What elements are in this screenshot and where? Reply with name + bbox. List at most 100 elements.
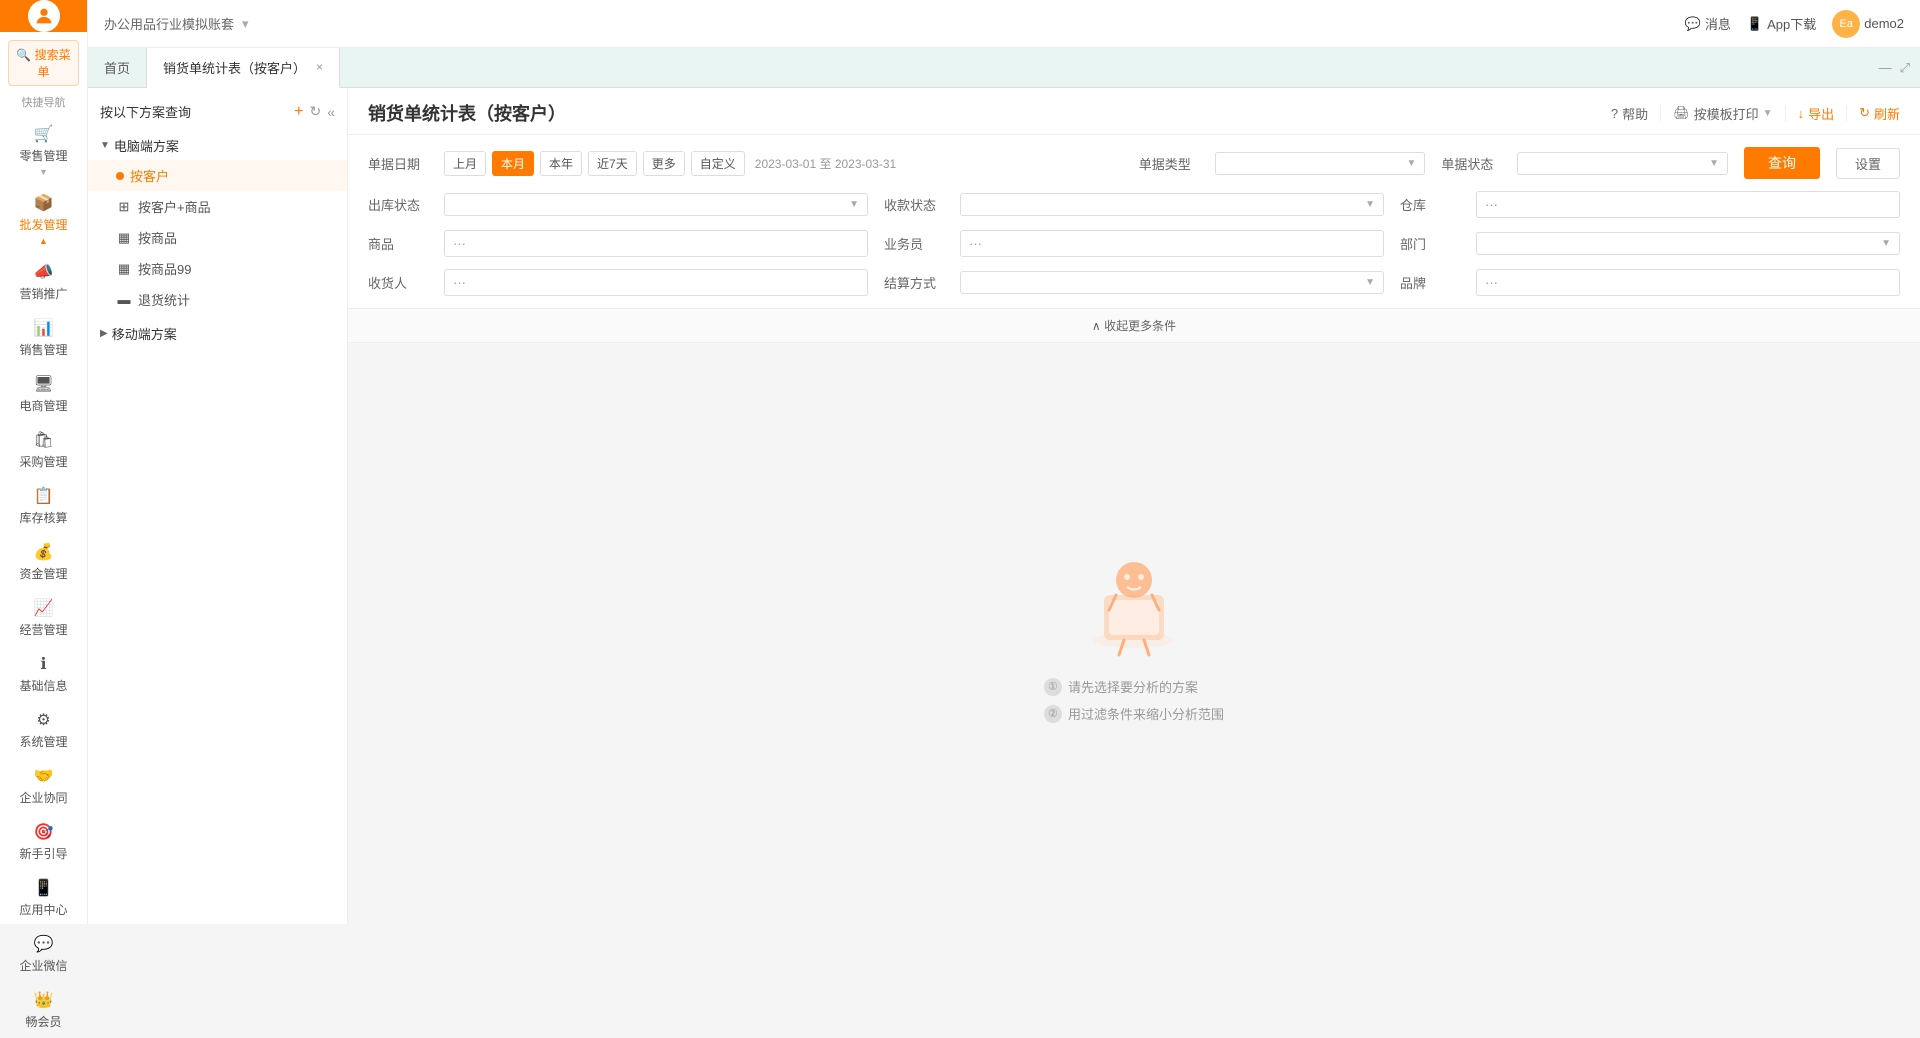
main-area: 办公用品行业模拟账套 ▾ 💬 消息 📱 App下载 Ea demo2 首页 <box>88 0 1920 924</box>
minimize-icon[interactable]: — <box>1879 60 1892 75</box>
search-menu-btn[interactable]: 🔍 搜索菜单 <box>8 40 79 86</box>
divider1 <box>1660 105 1661 121</box>
salesperson-select[interactable]: ··· <box>960 230 1384 257</box>
app-download-btn[interactable]: 📱 App下载 <box>1747 14 1816 33</box>
desktop-group-header[interactable]: ▼ 电脑端方案 <box>88 131 347 160</box>
retail-arrow: ▼ <box>39 167 48 177</box>
user-menu-btn[interactable]: Ea demo2 <box>1832 10 1904 38</box>
order-status-select[interactable]: ▼ <box>1517 152 1728 175</box>
sidebar-item-basic-label: 基础信息 <box>19 677 67 694</box>
brand-dots: ··· <box>1485 275 1498 290</box>
sidebar-item-finance[interactable]: 💰 资金管理 <box>0 534 87 590</box>
sidebar-item-retail[interactable]: 🛒 零售管理 ▼ <box>0 116 87 185</box>
collapse-panel-btn[interactable]: « <box>327 104 335 120</box>
schema-by-product-99-label: 按商品99 <box>138 259 191 278</box>
sidebar-item-basic[interactable]: ℹ 基础信息 <box>0 646 87 702</box>
out-status-select[interactable]: ▼ <box>444 193 868 216</box>
add-schema-btn[interactable]: + <box>294 103 303 121</box>
settlement-select[interactable]: ▼ <box>960 271 1384 294</box>
date-custom[interactable]: 自定义 <box>691 151 745 176</box>
by-product-99-icon: ▦ <box>116 261 132 277</box>
sidebar-item-system[interactable]: ⚙ 系统管理 <box>0 702 87 758</box>
sidebar-item-purchase[interactable]: 🛍 采购管理 <box>0 422 87 478</box>
sidebar-item-wholesale[interactable]: 📦 批发管理 ▲ <box>0 185 87 254</box>
search-btn[interactable]: 查询 <box>1744 147 1820 179</box>
tip2-num: ② <box>1044 705 1062 723</box>
schema-by-customer[interactable]: 按客户 <box>88 160 347 191</box>
sidebar-item-appcenter[interactable]: 📱 应用中心 <box>0 870 87 926</box>
page-title-actions: ? 帮助 🖨 按模板打印 ▼ ↓ 导出 <box>1611 104 1900 123</box>
mobile-group-header[interactable]: ▶ 移动端方案 <box>88 319 347 348</box>
divider3 <box>1846 105 1847 121</box>
brand-select[interactable]: ··· <box>1476 269 1900 296</box>
brand-col: ··· <box>1476 269 1900 296</box>
export-icon: ↓ <box>1798 106 1805 121</box>
filter-row-3: 商品 ··· 业务员 ··· 部门 <box>368 230 1900 257</box>
purchase-icon: 🛍 <box>33 430 53 450</box>
wholesale-arrow: ▲ <box>39 236 48 246</box>
ops-icon: 📈 <box>34 598 54 618</box>
tab-home[interactable]: 首页 <box>88 48 147 87</box>
tab-close-btn[interactable]: × <box>316 60 323 74</box>
schema-by-product[interactable]: ▦ 按商品 <box>88 222 347 253</box>
sidebar-item-enterprise[interactable]: 🤝 企业协同 <box>0 758 87 814</box>
department-select[interactable]: ▼ <box>1476 232 1900 255</box>
date-last-month[interactable]: 上月 <box>444 151 486 176</box>
schema-by-product-99[interactable]: ▦ 按商品99 <box>88 253 347 284</box>
payment-status-select[interactable]: ▼ <box>960 193 1384 216</box>
quick-nav-label: 快捷导航 <box>0 90 87 112</box>
refund-icon: ▬ <box>116 292 132 308</box>
consignee-col: ··· <box>444 269 868 296</box>
product-select[interactable]: ··· <box>444 230 868 257</box>
tab-sales-stats[interactable]: 销货单统计表（按客户） × <box>147 48 340 88</box>
filter-row-4: 收货人 ··· 结算方式 ▼ 品牌 <box>368 269 1900 296</box>
sidebar-item-ecom[interactable]: 🖥 电商管理 <box>0 366 87 422</box>
settings-btn[interactable]: 设置 <box>1836 148 1900 179</box>
marketing-icon: 📣 <box>34 262 54 282</box>
help-btn[interactable]: ? 帮助 <box>1611 104 1648 123</box>
sidebar-item-wechat-label: 企业微信 <box>19 957 67 974</box>
sidebar: 🔍 搜索菜单 快捷导航 🛒 零售管理 ▼ 📦 批发管理 ▲ 📣 营销推广 📊 销… <box>0 0 88 924</box>
sidebar-item-wechat[interactable]: 💬 企业微信 <box>0 926 87 982</box>
brand-label: 品牌 <box>1400 273 1460 292</box>
sidebar-item-sales[interactable]: 📊 销售管理 <box>0 310 87 366</box>
refresh-btn[interactable]: ↻ 刷新 <box>1859 104 1900 123</box>
sidebar-item-marketing[interactable]: 📣 营销推广 <box>0 254 87 310</box>
empty-illustration <box>1074 545 1194 665</box>
left-panel: 按以下方案查询 + ↻ « ▼ 电脑端方案 按客户 ⊞ <box>88 88 348 924</box>
salesperson-label: 业务员 <box>884 234 944 253</box>
wholesale-icon: 📦 <box>34 193 54 213</box>
date-this-year[interactable]: 本年 <box>540 151 582 176</box>
sidebar-item-member-label: 畅会员 <box>25 1013 61 1030</box>
order-type-select[interactable]: ▼ <box>1215 152 1426 175</box>
export-label: 导出 <box>1808 104 1834 123</box>
tip1-text: 请先选择要分析的方案 <box>1068 677 1198 696</box>
message-btn[interactable]: 💬 消息 <box>1685 14 1731 33</box>
sidebar-item-ops[interactable]: 📈 经营管理 <box>0 590 87 646</box>
consignee-select[interactable]: ··· <box>444 269 868 296</box>
date-more[interactable]: 更多 <box>643 151 685 176</box>
retail-icon: 🛒 <box>34 124 54 144</box>
schema-by-customer-product[interactable]: ⊞ 按客户+商品 <box>88 191 347 222</box>
schema-refund-stats[interactable]: ▬ 退货统计 <box>88 284 347 315</box>
by-product-icon: ▦ <box>116 230 132 246</box>
order-type-col: ▼ <box>1215 152 1426 175</box>
date-this-month[interactable]: 本月 <box>492 151 534 176</box>
right-panel: 销货单统计表（按客户） ? 帮助 🖨 按模板打印 ▼ ↓ <box>348 88 1920 924</box>
refresh-schema-btn[interactable]: ↻ <box>309 103 321 120</box>
maximize-icon[interactable]: ⤢ <box>1900 60 1910 76</box>
sales-icon: 📊 <box>34 318 54 338</box>
sidebar-item-inventory[interactable]: 📋 库存核算 <box>0 478 87 534</box>
warehouse-select[interactable]: ··· <box>1476 191 1900 218</box>
sidebar-item-newguide[interactable]: 🎯 新手引导 <box>0 814 87 870</box>
sidebar-item-member[interactable]: 👑 畅会员 <box>0 982 87 1038</box>
template-print-btn[interactable]: 🖨 按模板打印 ▼ <box>1673 104 1772 123</box>
export-btn[interactable]: ↓ 导出 <box>1798 104 1835 123</box>
schema-refund-stats-label: 退货统计 <box>138 290 190 309</box>
settlement-label: 结算方式 <box>884 273 944 292</box>
enterprise-icon: 🤝 <box>34 766 54 786</box>
tab-bar: 首页 销货单统计表（按客户） × — ⤢ <box>88 48 1920 88</box>
collapse-more-bar[interactable]: ∧ 收起更多条件 <box>348 309 1920 343</box>
sidebar-item-sales-label: 销售管理 <box>19 341 67 358</box>
date-last-7-days[interactable]: 近7天 <box>588 151 637 176</box>
